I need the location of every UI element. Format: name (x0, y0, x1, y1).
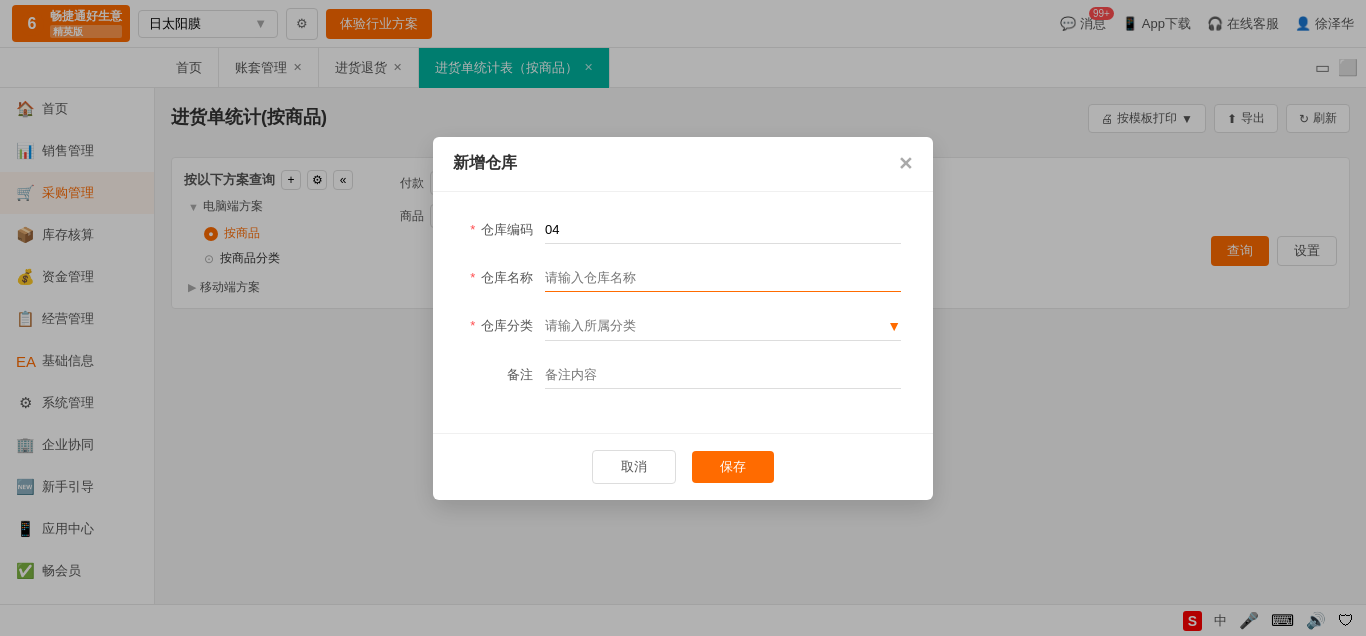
note-label: 备注 (465, 366, 545, 384)
modal-title: 新增仓库 (453, 153, 517, 174)
category-dropdown-icon[interactable]: ▼ (887, 318, 901, 334)
category-required-mark: * (470, 318, 475, 333)
warehouse-code-row: * 仓库编码 (465, 216, 901, 244)
save-button[interactable]: 保存 (692, 451, 774, 483)
code-label: * 仓库编码 (465, 221, 545, 239)
warehouse-note-row: 备注 (465, 361, 901, 389)
add-warehouse-modal: 新增仓库 ✕ * 仓库编码 * 仓库名称 (433, 137, 933, 500)
warehouse-name-row: * 仓库名称 (465, 264, 901, 292)
category-input[interactable] (545, 318, 887, 333)
name-required-mark: * (470, 270, 475, 285)
modal-close-button[interactable]: ✕ (898, 153, 913, 175)
warehouse-name-input[interactable] (545, 264, 901, 292)
category-select-wrapper: ▼ (545, 312, 901, 341)
name-label: * 仓库名称 (465, 269, 545, 287)
modal-overlay: 新增仓库 ✕ * 仓库编码 * 仓库名称 (0, 0, 1366, 636)
warehouse-code-input[interactable] (545, 216, 901, 244)
code-required-mark: * (470, 222, 475, 237)
warehouse-note-input[interactable] (545, 361, 901, 389)
cancel-button[interactable]: 取消 (592, 450, 676, 484)
category-label: * 仓库分类 (465, 317, 545, 335)
modal-header: 新增仓库 ✕ (433, 137, 933, 192)
warehouse-category-row: * 仓库分类 ▼ (465, 312, 901, 341)
modal-body: * 仓库编码 * 仓库名称 * 仓库分类 (433, 192, 933, 433)
modal-footer: 取消 保存 (433, 433, 933, 500)
